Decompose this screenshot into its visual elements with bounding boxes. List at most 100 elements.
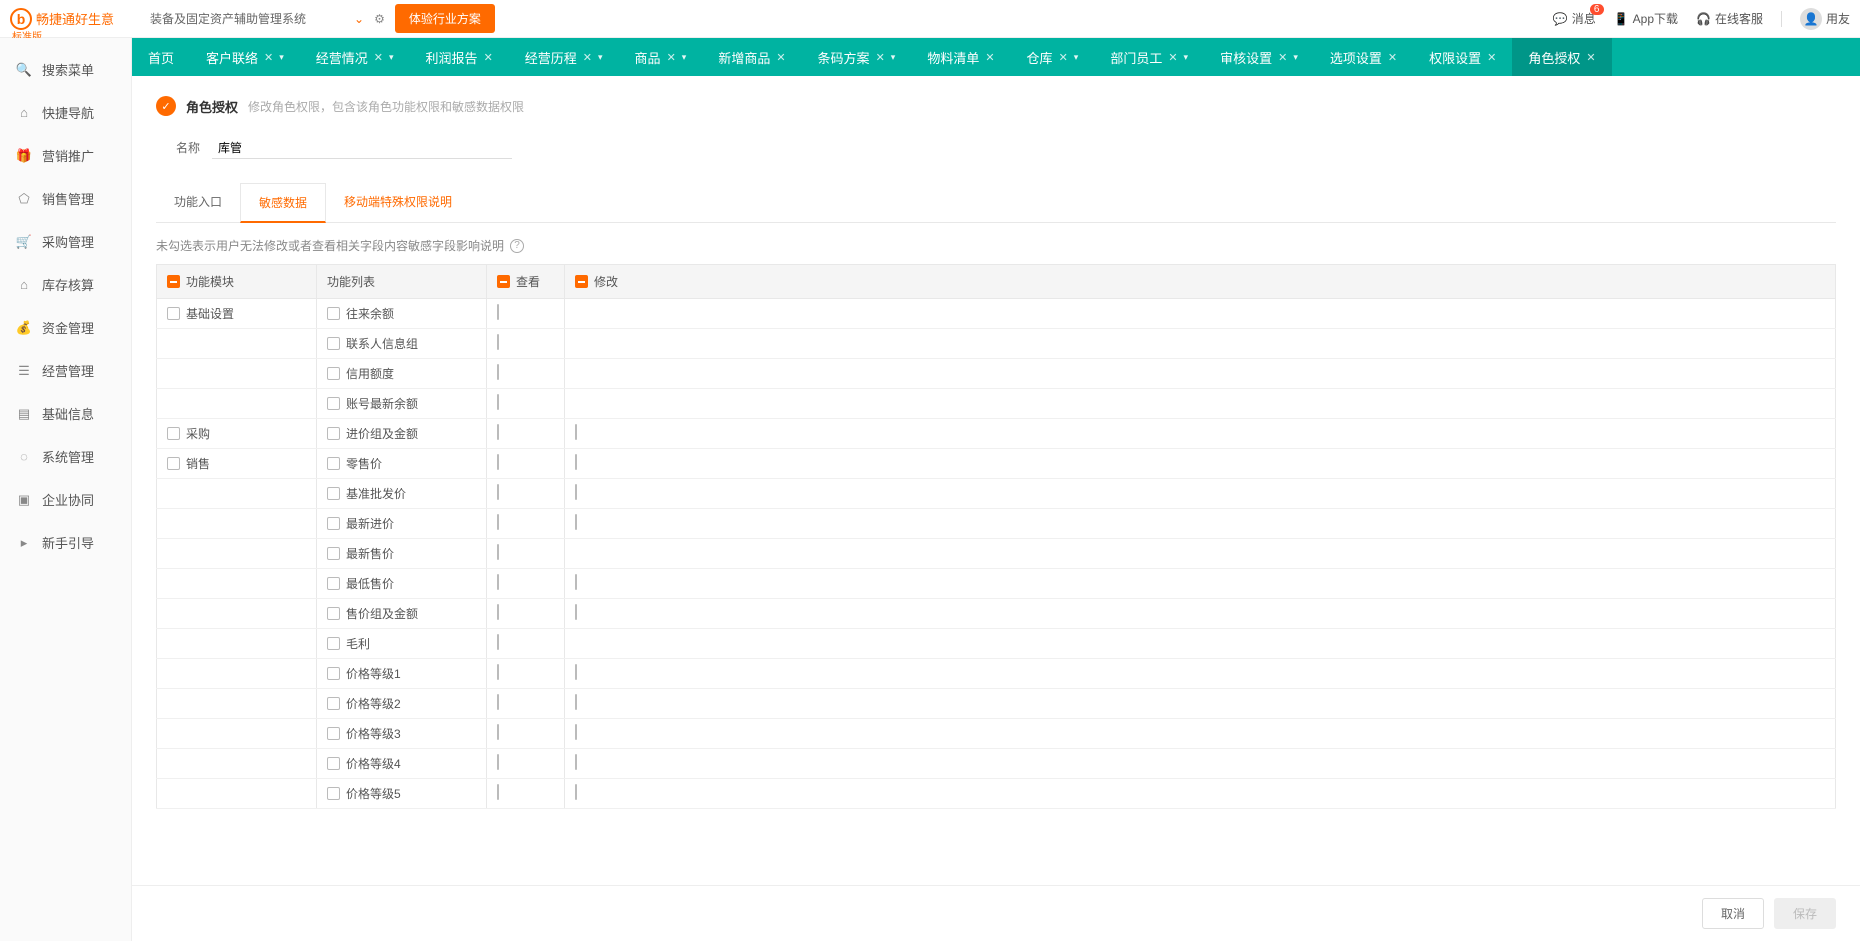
customer-service-link[interactable]: 🎧 在线客服 xyxy=(1696,10,1763,27)
checkbox-view[interactable] xyxy=(497,784,499,800)
sidebar-item-corp[interactable]: ▣企业协同 xyxy=(0,478,131,521)
nav-tab[interactable]: 物料清单✕ xyxy=(911,38,1010,76)
checkbox-func[interactable] xyxy=(327,577,340,590)
checkbox-edit[interactable] xyxy=(575,664,577,680)
checkbox-func[interactable] xyxy=(327,607,340,620)
user-menu[interactable]: 👤 用友 xyxy=(1800,8,1850,30)
checkbox-module-all[interactable] xyxy=(167,275,180,288)
close-icon[interactable]: ✕ xyxy=(1168,51,1177,64)
nav-tab[interactable]: 部门员工✕▾ xyxy=(1094,38,1204,76)
checkbox-edit[interactable] xyxy=(575,574,577,590)
sidebar-item-stock[interactable]: ⌂库存核算 xyxy=(0,263,131,306)
checkbox-view[interactable] xyxy=(497,754,499,770)
checkbox-edit-all[interactable] xyxy=(575,275,588,288)
info-icon[interactable]: ? xyxy=(510,239,524,253)
checkbox-edit[interactable] xyxy=(575,784,577,800)
checkbox-func[interactable] xyxy=(327,457,340,470)
nav-tab[interactable]: 仓库✕▾ xyxy=(1011,38,1095,76)
experience-button[interactable]: 体验行业方案 xyxy=(395,4,495,33)
checkbox-view-all[interactable] xyxy=(497,275,510,288)
sidebar-item-search[interactable]: 🔍搜索菜单 xyxy=(0,48,131,91)
checkbox-func[interactable] xyxy=(327,427,340,440)
checkbox-edit[interactable] xyxy=(575,604,577,620)
sidebar-item-guide[interactable]: ▸新手引导 xyxy=(0,521,131,564)
close-icon[interactable]: ✕ xyxy=(583,51,592,64)
checkbox-edit[interactable] xyxy=(575,484,577,500)
checkbox-func[interactable] xyxy=(327,517,340,530)
messages-link[interactable]: 💬 消息 6 xyxy=(1553,10,1596,27)
tab-mobile-permission[interactable]: 移动端特殊权限说明 xyxy=(326,183,470,222)
sidebar-item-biz[interactable]: ☰经营管理 xyxy=(0,349,131,392)
checkbox-edit[interactable] xyxy=(575,694,577,710)
close-icon[interactable]: ✕ xyxy=(374,51,383,64)
checkbox-module[interactable] xyxy=(167,427,180,440)
tab-function-entry[interactable]: 功能入口 xyxy=(156,183,240,222)
close-icon[interactable]: ✕ xyxy=(667,51,676,64)
nav-tab[interactable]: 权限设置✕ xyxy=(1413,38,1512,76)
close-icon[interactable]: ✕ xyxy=(776,51,785,64)
checkbox-edit[interactable] xyxy=(575,454,577,470)
nav-tab[interactable]: 审核设置✕▾ xyxy=(1204,38,1314,76)
checkbox-func[interactable] xyxy=(327,757,340,770)
cancel-button[interactable]: 取消 xyxy=(1702,898,1764,929)
checkbox-view[interactable] xyxy=(497,364,499,380)
checkbox-func[interactable] xyxy=(327,487,340,500)
nav-tab[interactable]: 首页 xyxy=(132,38,190,76)
checkbox-view[interactable] xyxy=(497,634,499,650)
close-icon[interactable]: ✕ xyxy=(1388,51,1397,64)
checkbox-view[interactable] xyxy=(497,544,499,560)
checkbox-func[interactable] xyxy=(327,547,340,560)
close-icon[interactable]: ✕ xyxy=(1487,51,1496,64)
nav-tab[interactable]: 客户联络✕▾ xyxy=(190,38,300,76)
checkbox-edit[interactable] xyxy=(575,754,577,770)
sidebar-item-doc[interactable]: ▤基础信息 xyxy=(0,392,131,435)
checkbox-edit[interactable] xyxy=(575,514,577,530)
checkbox-func[interactable] xyxy=(327,787,340,800)
system-selector[interactable]: 装备及固定资产辅助管理系统 ⌄ xyxy=(150,10,364,27)
nav-tab[interactable]: 选项设置✕ xyxy=(1314,38,1413,76)
checkbox-module[interactable] xyxy=(167,457,180,470)
nav-tab[interactable]: 利润报告✕ xyxy=(410,38,509,76)
close-icon[interactable]: ✕ xyxy=(264,51,273,64)
checkbox-view[interactable] xyxy=(497,454,499,470)
checkbox-func[interactable] xyxy=(327,337,340,350)
nav-tab[interactable]: 角色授权✕ xyxy=(1512,38,1611,76)
close-icon[interactable]: ✕ xyxy=(876,51,885,64)
checkbox-module[interactable] xyxy=(167,307,180,320)
checkbox-func[interactable] xyxy=(327,667,340,680)
checkbox-func[interactable] xyxy=(327,637,340,650)
name-input[interactable] xyxy=(212,136,512,159)
close-icon[interactable]: ✕ xyxy=(1059,51,1068,64)
sidebar-item-gift[interactable]: 🎁营销推广 xyxy=(0,134,131,177)
checkbox-view[interactable] xyxy=(497,394,499,410)
sidebar-item-money[interactable]: 💰资金管理 xyxy=(0,306,131,349)
nav-tab[interactable]: 经营历程✕▾ xyxy=(509,38,619,76)
checkbox-func[interactable] xyxy=(327,367,340,380)
checkbox-view[interactable] xyxy=(497,334,499,350)
checkbox-view[interactable] xyxy=(497,574,499,590)
sidebar-item-home[interactable]: ⌂快捷导航 xyxy=(0,91,131,134)
checkbox-view[interactable] xyxy=(497,694,499,710)
nav-tab[interactable]: 条码方案✕▾ xyxy=(802,38,912,76)
checkbox-view[interactable] xyxy=(497,604,499,620)
close-icon[interactable]: ✕ xyxy=(484,51,493,64)
close-icon[interactable]: ✕ xyxy=(985,51,994,64)
checkbox-view[interactable] xyxy=(497,484,499,500)
nav-tab[interactable]: 新增商品✕ xyxy=(702,38,801,76)
tab-sensitive-data[interactable]: 敏感数据 xyxy=(240,183,326,223)
nav-tab[interactable]: 商品✕▾ xyxy=(619,38,703,76)
checkbox-view[interactable] xyxy=(497,724,499,740)
sidebar-item-cart[interactable]: 🛒采购管理 xyxy=(0,220,131,263)
checkbox-func[interactable] xyxy=(327,727,340,740)
sidebar-item-tag[interactable]: ⬠销售管理 xyxy=(0,177,131,220)
checkbox-func[interactable] xyxy=(327,397,340,410)
close-icon[interactable]: ✕ xyxy=(1586,51,1595,64)
checkbox-func[interactable] xyxy=(327,697,340,710)
nav-tab[interactable]: 经营情况✕▾ xyxy=(300,38,410,76)
app-download-link[interactable]: 📱 App下载 xyxy=(1614,10,1678,27)
gear-icon[interactable]: ⚙ xyxy=(374,12,385,26)
checkbox-view[interactable] xyxy=(497,304,499,320)
sidebar-item-sys[interactable]: ◌系统管理 xyxy=(0,435,131,478)
close-icon[interactable]: ✕ xyxy=(1278,51,1287,64)
checkbox-edit[interactable] xyxy=(575,724,577,740)
